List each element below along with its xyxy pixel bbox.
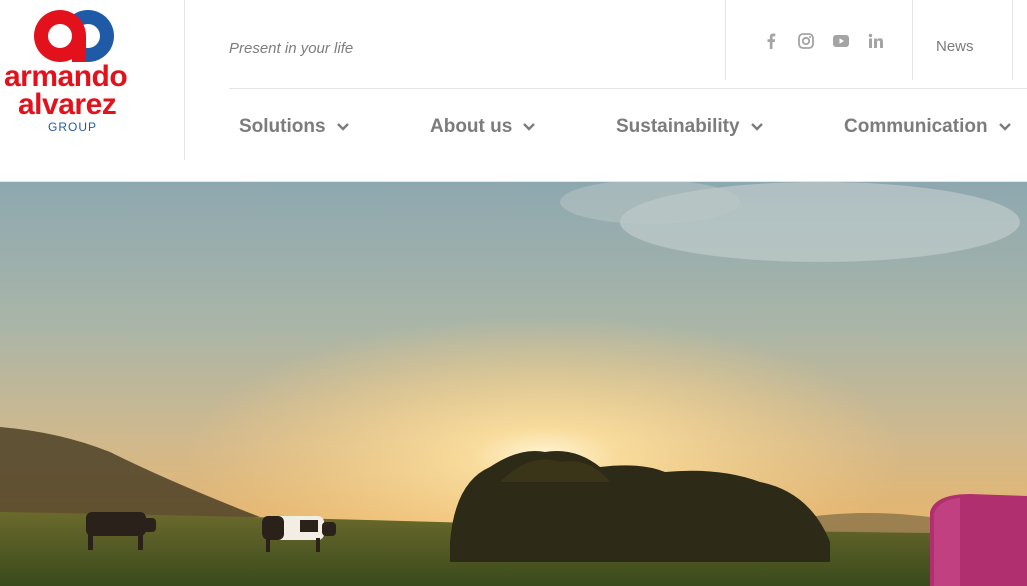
youtube-icon[interactable] [832, 32, 850, 50]
facebook-icon[interactable] [762, 32, 780, 50]
header-divider [184, 0, 185, 160]
nav-item-sustainability[interactable]: Sustainability [616, 116, 764, 138]
site-header: armando alvarez GROUP Present in your li… [0, 0, 1027, 182]
chevron-down-icon [998, 123, 1011, 131]
instagram-icon[interactable] [797, 32, 815, 50]
nav-item-label: Sustainability [616, 116, 740, 137]
armando-alvarez-logo[interactable]: armando alvarez GROUP [0, 0, 184, 160]
sunrise-landscape-image [0, 182, 1027, 586]
logo-word-alvarez: alvarez [18, 88, 117, 121]
tagline: Present in your life [229, 40, 354, 57]
nav-item-label: About us [430, 116, 513, 137]
chevron-down-icon [750, 123, 763, 131]
chevron-down-icon [523, 123, 536, 131]
logo-word-group: GROUP [48, 120, 98, 134]
nav-item-about-us[interactable]: About us [430, 116, 536, 138]
linkedin-icon[interactable] [867, 32, 885, 50]
nav-item-communication[interactable]: Communication [844, 116, 1012, 138]
logo-mark-icon [34, 10, 114, 62]
nav-item-label: Communication [844, 116, 988, 137]
header-rule [229, 88, 1027, 89]
news-box: News [912, 0, 1013, 80]
hero-image [0, 182, 1027, 586]
chevron-down-icon [336, 123, 349, 131]
nav-item-label: Solutions [239, 116, 326, 137]
social-links [725, 0, 913, 80]
nav-item-solutions[interactable]: Solutions [239, 116, 350, 138]
news-link[interactable]: News [936, 38, 974, 55]
